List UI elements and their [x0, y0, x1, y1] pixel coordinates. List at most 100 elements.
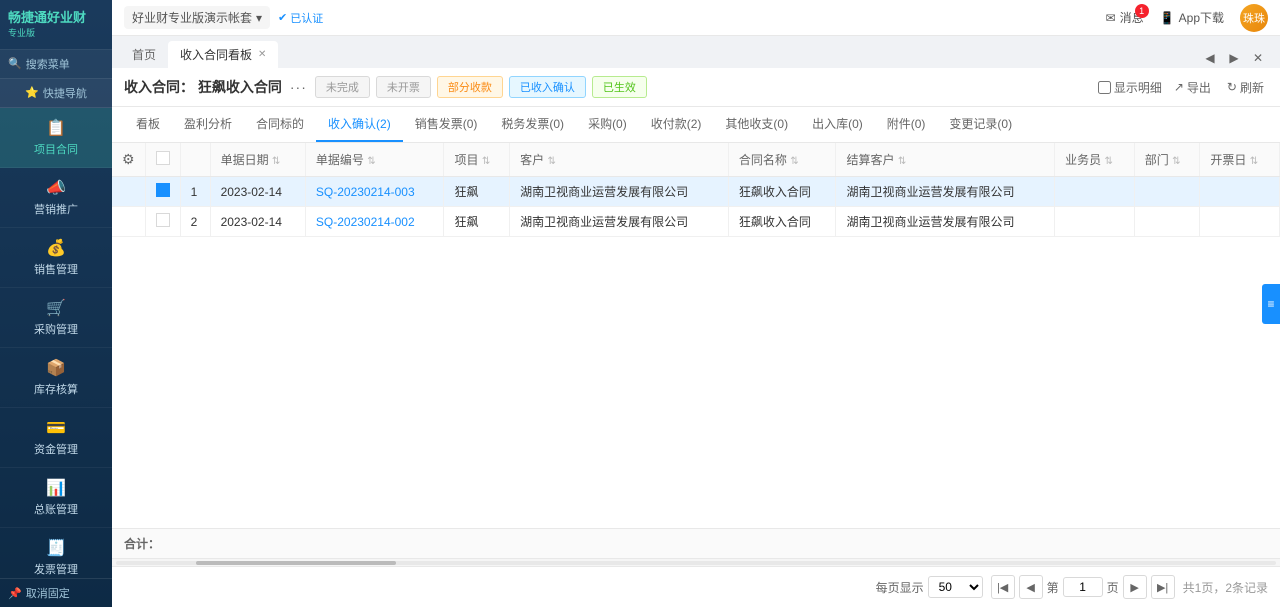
- export-button[interactable]: ↗ 导出: [1170, 77, 1215, 98]
- tab-tax-invoice[interactable]: 税务发票(0): [489, 107, 576, 142]
- sidebar-item-marketing-label: 营销推广: [34, 201, 78, 217]
- th-bill-date-label: 开票日: [1210, 153, 1246, 167]
- sidebar-logo: 畅捷通好业财 专业版: [0, 0, 112, 50]
- th-settle[interactable]: 结算客户 ⇅: [836, 143, 1055, 177]
- tab-close-button[interactable]: ✕: [258, 49, 266, 60]
- row1-checkbox[interactable]: [145, 177, 180, 207]
- row1-contract: 狂飙收入合同: [728, 177, 836, 207]
- sidebar-item-project[interactable]: 📋 项目合同: [0, 108, 112, 168]
- user-avatar[interactable]: 珠珠: [1240, 4, 1268, 32]
- sidebar-item-invoice[interactable]: 🧾 发票管理: [0, 528, 112, 578]
- th-bill-date[interactable]: 开票日 ⇅: [1200, 143, 1280, 177]
- tab-nav-left[interactable]: ◀: [1200, 48, 1220, 68]
- scrollbar-area[interactable]: [112, 558, 1280, 566]
- row2-num: 2: [180, 207, 210, 237]
- tab-revenue-confirm[interactable]: 收入确认(2): [316, 107, 403, 142]
- tab-change-log[interactable]: 变更记录(0): [937, 107, 1024, 142]
- th-department[interactable]: 部门 ⇅: [1134, 143, 1200, 177]
- tab-in-out-stock[interactable]: 出入库(0): [800, 107, 875, 142]
- row1-checkbox-input[interactable]: [156, 183, 170, 197]
- row1-number-link[interactable]: SQ-20230214-003: [316, 185, 415, 199]
- tab-close-all[interactable]: ✕: [1248, 48, 1268, 68]
- tab-home[interactable]: 首页: [124, 41, 164, 68]
- tab-attachment[interactable]: 附件(0): [875, 107, 938, 142]
- scrollbar-thumb[interactable]: [196, 561, 396, 565]
- company-selector[interactable]: 好业财专业版演示帐套 ▾: [124, 6, 270, 29]
- table-row[interactable]: 2 2023-02-14 SQ-20230214-002 狂飙 湖南卫视商业运营…: [112, 207, 1280, 237]
- display-dense-checkbox[interactable]: 显示明细: [1098, 79, 1162, 96]
- sort-salesperson-icon[interactable]: ⇅: [1105, 156, 1113, 167]
- th-number[interactable]: 单据编号 ⇅: [305, 143, 444, 177]
- th-customer[interactable]: 客户 ⇅: [510, 143, 729, 177]
- sort-customer-icon[interactable]: ⇅: [547, 156, 555, 167]
- tab-payment[interactable]: 收付款(2): [639, 107, 714, 142]
- sidebar-search[interactable]: 🔍 搜索菜单: [0, 50, 112, 79]
- sidebar-item-marketing[interactable]: 📣 营销推广: [0, 168, 112, 228]
- sidebar-item-purchase[interactable]: 🛒 采购管理: [0, 288, 112, 348]
- verified-icon: ✔: [278, 11, 287, 24]
- sort-number-icon[interactable]: ⇅: [367, 156, 375, 167]
- status-tag-incomplete[interactable]: 未完成: [315, 76, 370, 98]
- tab-other-income[interactable]: 其他收支(0): [713, 107, 800, 142]
- sidebar-item-general[interactable]: 📊 总账管理: [0, 468, 112, 528]
- tab-sales-invoice[interactable]: 销售发票(0): [403, 107, 490, 142]
- page-prefix-label: 第: [1047, 579, 1059, 596]
- sidebar-item-inventory[interactable]: 📦 库存核算: [0, 348, 112, 408]
- row2-checkbox[interactable]: [145, 207, 180, 237]
- sidebar-item-purchase-label: 采购管理: [34, 321, 78, 337]
- status-tag-uninvoiced[interactable]: 未开票: [376, 76, 431, 98]
- table-row[interactable]: 1 2023-02-14 SQ-20230214-003 狂飙 湖南卫视商业运营…: [112, 177, 1280, 207]
- display-dense-input[interactable]: [1098, 81, 1111, 94]
- row2-number-link[interactable]: SQ-20230214-002: [316, 215, 415, 229]
- sort-project-icon[interactable]: ⇅: [482, 156, 490, 167]
- select-all-checkbox[interactable]: [156, 151, 170, 165]
- tab-kanban[interactable]: 看板: [124, 107, 172, 142]
- th-salesperson-label: 业务员: [1065, 153, 1101, 167]
- status-tag-confirmed[interactable]: 已收入确认: [509, 76, 586, 98]
- tab-purchase[interactable]: 采购(0): [576, 107, 639, 142]
- th-salesperson[interactable]: 业务员 ⇅: [1055, 143, 1135, 177]
- th-contract[interactable]: 合同名称 ⇅: [728, 143, 836, 177]
- marketing-icon: 📣: [46, 178, 66, 198]
- prev-page-button[interactable]: ◀: [1019, 575, 1043, 599]
- pagination: 每页显示 50 100 |◀ ◀ 第 页 ▶ ▶| 共1页，2条记录: [112, 566, 1280, 607]
- more-button[interactable]: ···: [290, 79, 307, 95]
- table-settings-icon[interactable]: ⚙: [122, 151, 135, 167]
- sidebar-item-funds[interactable]: 💳 资金管理: [0, 408, 112, 468]
- refresh-button[interactable]: ↻ 刷新: [1223, 77, 1268, 98]
- download-icon: 📱: [1160, 11, 1175, 25]
- tab-contract-board[interactable]: 收入合同看板 ✕: [168, 41, 278, 68]
- tab-contract-target[interactable]: 合同标的: [244, 107, 316, 142]
- sort-bill-date-icon[interactable]: ⇅: [1250, 156, 1258, 167]
- next-page-button[interactable]: ▶: [1123, 575, 1147, 599]
- sort-department-icon[interactable]: ⇅: [1172, 156, 1180, 167]
- tabs-bar: 看板 盈利分析 合同标的 收入确认(2) 销售发票(0) 税务发票(0) 采购(…: [112, 107, 1280, 143]
- quick-nav[interactable]: ⭐ 快捷导航: [0, 79, 112, 108]
- right-panel-toggle-button[interactable]: ≡: [1262, 284, 1280, 324]
- table-footer: 合计：: [112, 528, 1280, 558]
- th-project[interactable]: 项目 ⇅: [444, 143, 510, 177]
- sort-contract-icon[interactable]: ⇅: [790, 156, 798, 167]
- row2-checkbox-input[interactable]: [156, 213, 170, 227]
- th-date[interactable]: 单据日期 ⇅: [210, 143, 305, 177]
- first-page-button[interactable]: |◀: [991, 575, 1015, 599]
- scrollbar-track[interactable]: [116, 561, 1276, 565]
- page-input[interactable]: [1063, 577, 1103, 597]
- sidebar-item-sales[interactable]: 💰 销售管理: [0, 228, 112, 288]
- export-label: 导出: [1187, 79, 1211, 96]
- row2-department: [1134, 207, 1200, 237]
- sort-settle-icon[interactable]: ⇅: [898, 156, 906, 167]
- tab-profit[interactable]: 盈利分析: [172, 107, 244, 142]
- messages-button[interactable]: ✉ 消息 1: [1106, 9, 1144, 26]
- tab-nav-buttons: ◀ ▶ ✕: [1200, 48, 1268, 68]
- per-page-select[interactable]: 50 100: [928, 576, 983, 598]
- sidebar-bottom-unpin[interactable]: 📌 取消固定: [0, 578, 112, 607]
- tab-nav-right[interactable]: ▶: [1224, 48, 1244, 68]
- sort-date-icon[interactable]: ⇅: [272, 156, 280, 167]
- last-page-button[interactable]: ▶|: [1151, 575, 1175, 599]
- app-download-button[interactable]: 📱 App下载: [1160, 9, 1224, 26]
- th-customer-label: 客户: [520, 153, 544, 167]
- status-tag-partial[interactable]: 部分收款: [437, 76, 503, 98]
- refresh-label: 刷新: [1240, 79, 1264, 96]
- status-tag-effective[interactable]: 已生效: [592, 76, 647, 98]
